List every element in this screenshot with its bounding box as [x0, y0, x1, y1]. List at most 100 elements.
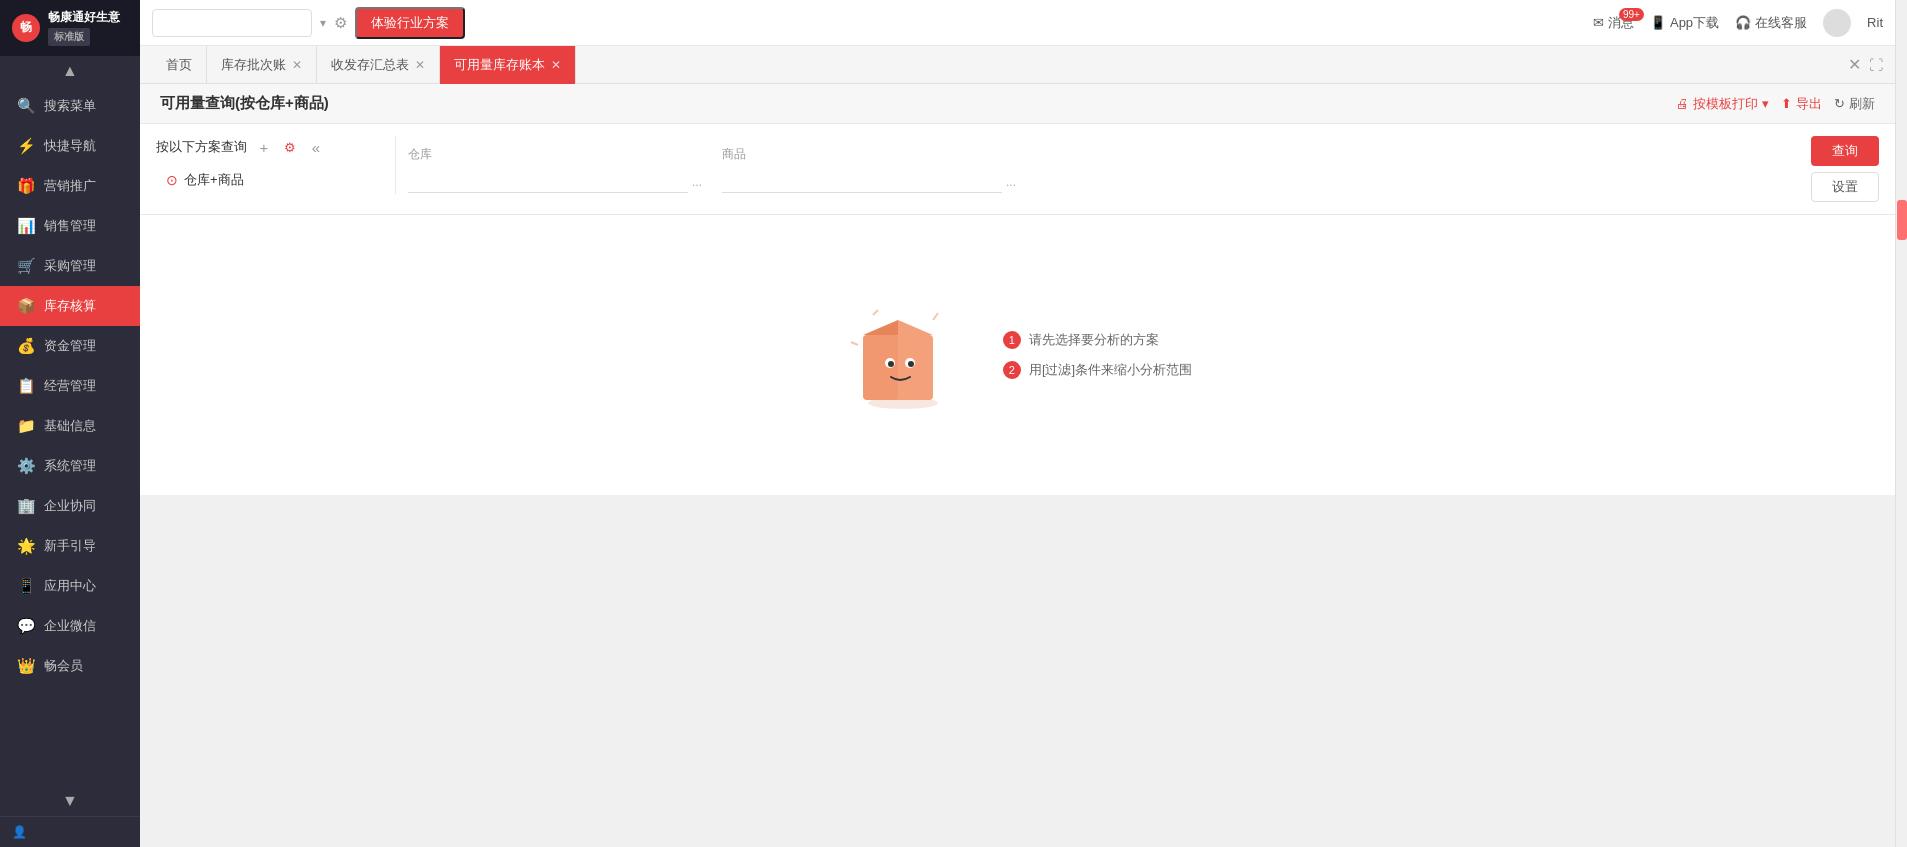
sidebar-item-label: 资金管理: [44, 337, 96, 355]
tab-available-label: 可用量库存账本: [454, 56, 545, 74]
collapse-scheme-button[interactable]: «: [305, 136, 327, 158]
sidebar-item-search[interactable]: 🔍 搜索菜单: [0, 86, 140, 126]
hint-2: 2 用[过滤]条件来缩小分析范围: [1003, 361, 1192, 379]
sidebar-item-marketing[interactable]: 🎁 营销推广: [0, 166, 140, 206]
sidebar-item-appcenter[interactable]: 📱 应用中心: [0, 566, 140, 606]
warehouse-more-icon[interactable]: ...: [692, 175, 702, 189]
sidebar-item-label: 采购管理: [44, 257, 96, 275]
trial-button[interactable]: 体验行业方案: [355, 7, 465, 39]
sidebar-item-corp[interactable]: 🏢 企业协同: [0, 486, 140, 526]
sidebar-item-shortcut[interactable]: ⚡ 快捷导航: [0, 126, 140, 166]
refresh-label: 刷新: [1849, 95, 1875, 113]
sidebar-item-label: 营销推广: [44, 177, 96, 195]
sidebar-item-inventory[interactable]: 📦 库存核算: [0, 286, 140, 326]
sidebar-item-sales[interactable]: 📊 销售管理: [0, 206, 140, 246]
expand-tabs-icon[interactable]: ⛶: [1869, 57, 1883, 73]
system-icon: ⚙️: [16, 457, 36, 475]
sidebar-header: 畅 畅康通好生意 标准版: [0, 0, 140, 56]
filter-scheme-panel: 按以下方案查询 + ⚙ « ⊙ 仓库+商品: [156, 136, 396, 194]
edition-badge: 标准版: [48, 28, 90, 46]
edit-scheme-button[interactable]: ⚙: [279, 136, 301, 158]
filter-settings-button[interactable]: 设置: [1811, 172, 1879, 202]
sales-icon: 📊: [16, 217, 36, 235]
sidebar-item-label: 快捷导航: [44, 137, 96, 155]
shortcut-icon: ⚡: [16, 137, 36, 155]
sidebar-item-label: 系统管理: [44, 457, 96, 475]
username-label[interactable]: Rit: [1867, 15, 1883, 30]
tab-home[interactable]: 首页: [152, 46, 207, 84]
empty-illustration: [843, 295, 963, 415]
member-icon: 👑: [16, 657, 36, 675]
scrollbar-thumb: [1897, 200, 1907, 240]
hint-2-number: 2: [1003, 361, 1021, 379]
refresh-button[interactable]: ↻ 刷新: [1834, 95, 1875, 113]
finance-icon: 💰: [16, 337, 36, 355]
svg-point-7: [888, 361, 894, 367]
app-label: App下载: [1670, 14, 1719, 32]
newguide-icon: 🌟: [16, 537, 36, 555]
add-scheme-button[interactable]: +: [253, 136, 275, 158]
tab-summary[interactable]: 收发存汇总表 ✕: [317, 46, 440, 84]
sidebar-item-operations[interactable]: 📋 经营管理: [0, 366, 140, 406]
brand-name: 畅康通好生意: [48, 10, 120, 26]
scheme-item-icon: ⊙: [166, 172, 178, 188]
appcenter-icon: 📱: [16, 577, 36, 595]
close-all-tabs-icon[interactable]: ✕: [1848, 55, 1861, 74]
filter-product-field: 商品 ...: [722, 146, 1016, 193]
search-chevron-icon[interactable]: ▾: [320, 16, 326, 30]
sidebar-item-wechat[interactable]: 💬 企业微信: [0, 606, 140, 646]
hint-1-number: 1: [1003, 331, 1021, 349]
filter-fields: 仓库 ... 商品 ... 查询 设置: [408, 136, 1879, 202]
corp-icon: 🏢: [16, 497, 36, 515]
hint-1: 1 请先选择要分析的方案: [1003, 331, 1192, 349]
right-scrollbar[interactable]: [1895, 0, 1907, 847]
topbar-search-input[interactable]: [152, 9, 312, 37]
service-button[interactable]: 🎧 在线客服: [1735, 14, 1807, 32]
sidebar-item-label: 库存核算: [44, 297, 96, 315]
settings-icon[interactable]: ⚙: [334, 14, 347, 32]
scroll-up-btn[interactable]: ▲: [0, 56, 140, 86]
scheme-item-label: 仓库+商品: [184, 171, 244, 189]
sidebar-item-label: 新手引导: [44, 537, 96, 555]
warehouse-input[interactable]: [408, 165, 688, 193]
message-icon: ✉: [1593, 15, 1604, 30]
product-more-icon[interactable]: ...: [1006, 175, 1016, 189]
main-area: ▾ ⚙ 体验行业方案 ✉ 消息 99+ 📱 App下载 🎧 在线客服 Rit 首…: [140, 0, 1895, 847]
operations-icon: 📋: [16, 377, 36, 395]
empty-state-content: 1 请先选择要分析的方案 2 用[过滤]条件来缩小分析范围: [843, 295, 1192, 415]
tab-batch[interactable]: 库存批次账 ✕: [207, 46, 317, 84]
wechat-icon: 💬: [16, 617, 36, 635]
app-download-button[interactable]: 📱 App下载: [1650, 14, 1719, 32]
tabbar: 首页 库存批次账 ✕ 收发存汇总表 ✕ 可用量库存账本 ✕ ✕ ⛶: [140, 46, 1895, 84]
sidebar-item-newguide[interactable]: 🌟 新手引导: [0, 526, 140, 566]
service-label: 在线客服: [1755, 14, 1807, 32]
empty-state: 1 请先选择要分析的方案 2 用[过滤]条件来缩小分析范围: [140, 215, 1895, 495]
sidebar-item-label: 企业微信: [44, 617, 96, 635]
sidebar-item-finance[interactable]: 💰 资金管理: [0, 326, 140, 366]
sidebar-item-system[interactable]: ⚙️ 系统管理: [0, 446, 140, 486]
tab-available[interactable]: 可用量库存账本 ✕: [440, 46, 576, 84]
inventory-icon: 📦: [16, 297, 36, 315]
tab-summary-close-icon[interactable]: ✕: [415, 58, 425, 72]
product-input[interactable]: [722, 165, 1002, 193]
sidebar-item-basic[interactable]: 📁 基础信息: [0, 406, 140, 446]
export-button[interactable]: ⬆ 导出: [1781, 95, 1822, 113]
scheme-item-warehouse-product[interactable]: ⊙ 仓库+商品: [156, 166, 383, 194]
sidebar-item-purchase[interactable]: 🛒 采购管理: [0, 246, 140, 286]
sidebar-item-member[interactable]: 👑 畅会员: [0, 646, 140, 686]
tab-summary-label: 收发存汇总表: [331, 56, 409, 74]
sidebar-nav: 🔍 搜索菜单 ⚡ 快捷导航 🎁 营销推广 📊 销售管理 🛒 采购管理 📦 库存核…: [0, 86, 140, 786]
user-icon: 👤: [12, 825, 27, 839]
page-content: 可用量查询(按仓库+商品) 🖨 按模板打印 ▾ ⬆ 导出 ↻ 刷新: [140, 84, 1895, 847]
export-label: 导出: [1796, 95, 1822, 113]
print-icon: 🖨: [1676, 96, 1689, 111]
message-button[interactable]: ✉ 消息 99+: [1593, 14, 1634, 32]
print-button[interactable]: 🖨 按模板打印 ▾: [1676, 95, 1769, 113]
scroll-down-btn[interactable]: ▼: [0, 786, 140, 816]
tab-batch-close-icon[interactable]: ✕: [292, 58, 302, 72]
sidebar-item-label: 销售管理: [44, 217, 96, 235]
print-label: 按模板打印: [1693, 95, 1758, 113]
sidebar-item-label: 基础信息: [44, 417, 96, 435]
query-button[interactable]: 查询: [1811, 136, 1879, 166]
tab-available-close-icon[interactable]: ✕: [551, 58, 561, 72]
